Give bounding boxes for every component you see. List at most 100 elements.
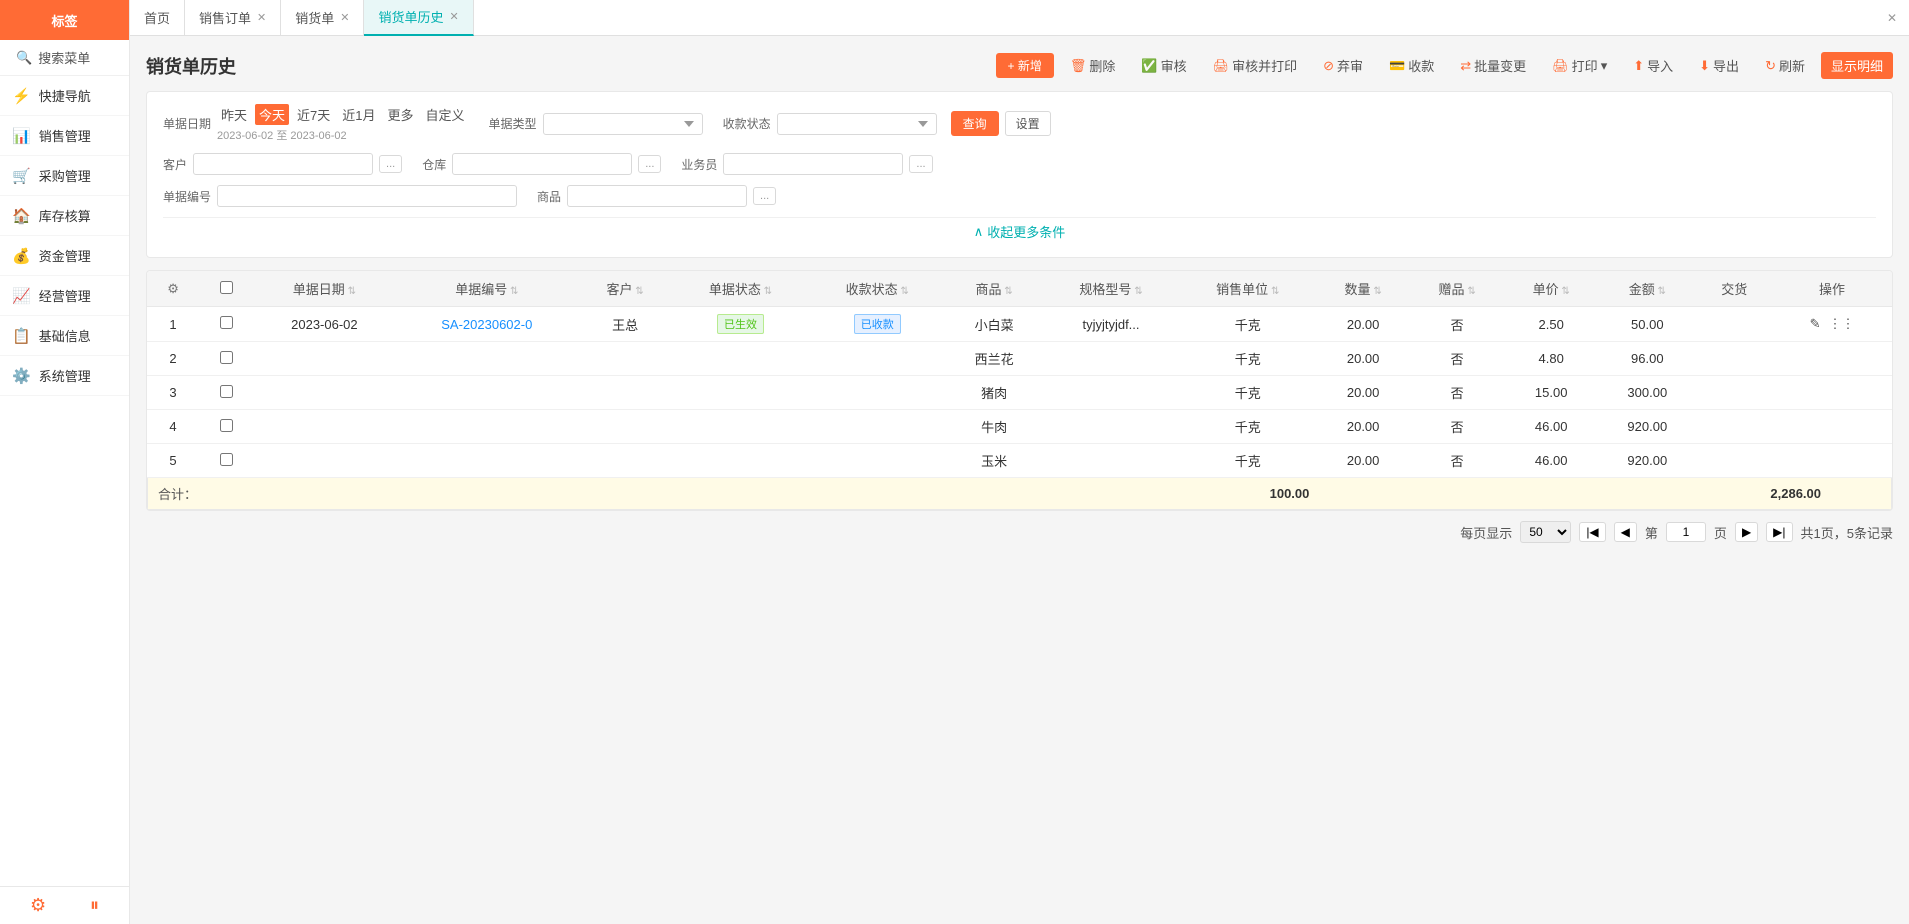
sidebar-item-sales-mgmt[interactable]: 📊 销售管理 bbox=[0, 116, 129, 156]
per-page-select[interactable]: 50 100 bbox=[1520, 521, 1571, 543]
page-prev-button[interactable]: ◀ bbox=[1614, 522, 1637, 542]
sidebar-item-finance[interactable]: 💰 资金管理 bbox=[0, 236, 129, 276]
sidebar-item-system-mgmt[interactable]: ⚙️ 系统管理 bbox=[0, 356, 129, 396]
page-next-button[interactable]: ▶ bbox=[1735, 522, 1758, 542]
salesperson-ellipsis-button[interactable]: ... bbox=[909, 155, 932, 173]
page-number-input[interactable] bbox=[1666, 522, 1706, 542]
collect-button[interactable]: 💳 收款 bbox=[1379, 52, 1444, 79]
export-button[interactable]: ⬇ 导出 bbox=[1689, 52, 1749, 79]
sidebar-search-button[interactable]: 🔍 搜索菜单 bbox=[0, 40, 129, 76]
page-header: 销货单历史 + 新增 🗑 删除 ✅ 审核 🖨 审核并打印 ⊘ 弃审 bbox=[146, 52, 1893, 79]
column-unit[interactable]: 销售单位 bbox=[1179, 271, 1316, 307]
row-checkbox-input[interactable] bbox=[220, 385, 233, 398]
delete-button[interactable]: 🗑 删除 bbox=[1060, 52, 1126, 79]
column-gift[interactable]: 赠品 bbox=[1410, 271, 1504, 307]
batch-change-button[interactable]: ⇄ 批量变更 bbox=[1450, 52, 1536, 79]
row-amount: 96.00 bbox=[1598, 342, 1696, 376]
column-date[interactable]: 单据日期 bbox=[253, 271, 395, 307]
review-button[interactable]: ✅ 审核 bbox=[1131, 52, 1196, 79]
payment-status-select[interactable] bbox=[777, 113, 937, 135]
tab-home[interactable]: 首页 bbox=[130, 0, 185, 36]
column-doc-status[interactable]: 单据状态 bbox=[672, 271, 809, 307]
system-icon: ⚙️ bbox=[12, 367, 31, 385]
sidebar-item-operation[interactable]: 📈 经营管理 bbox=[0, 276, 129, 316]
row-doc-status bbox=[672, 410, 809, 444]
goods-input[interactable] bbox=[567, 185, 747, 207]
date-shortcut-custom[interactable]: 自定义 bbox=[422, 104, 469, 125]
show-detail-button[interactable]: 显示明细 bbox=[1821, 52, 1893, 79]
row-doc-no[interactable] bbox=[395, 342, 578, 376]
sidebar-settings-icon[interactable]: ⚙ bbox=[30, 895, 46, 916]
print-button[interactable]: 🖨 打印 ▾ bbox=[1542, 52, 1617, 79]
row-doc-no[interactable] bbox=[395, 376, 578, 410]
query-button[interactable]: 查询 bbox=[951, 111, 999, 136]
date-shortcut-1month[interactable]: 近1月 bbox=[338, 104, 379, 125]
row-qty: 20.00 bbox=[1316, 444, 1410, 478]
row-customer bbox=[578, 444, 672, 478]
row-doc-no[interactable] bbox=[395, 410, 578, 444]
row-checkbox-input[interactable] bbox=[220, 316, 233, 329]
doc-type-select[interactable] bbox=[543, 113, 703, 135]
column-customer[interactable]: 客户 bbox=[578, 271, 672, 307]
customer-ellipsis-button[interactable]: ... bbox=[379, 155, 402, 173]
goods-ellipsis-button[interactable]: ... bbox=[753, 187, 776, 205]
row-checkbox[interactable] bbox=[199, 444, 253, 478]
tab-sales-delivery-history[interactable]: 销货单历史 ✕ bbox=[364, 0, 473, 36]
row-gift: 否 bbox=[1410, 410, 1504, 444]
row-checkbox-input[interactable] bbox=[220, 351, 233, 364]
sidebar-collapse-icon[interactable]: ⏸ bbox=[90, 895, 99, 916]
date-shortcut-7days[interactable]: 近7天 bbox=[293, 104, 334, 125]
review-print-button[interactable]: 🖨 审核并打印 bbox=[1203, 52, 1308, 79]
column-goods[interactable]: 商品 bbox=[946, 271, 1043, 307]
row-checkbox[interactable] bbox=[199, 376, 253, 410]
salesperson-input[interactable] bbox=[723, 153, 903, 175]
row-doc-no[interactable]: SA-20230602-0 bbox=[395, 307, 578, 342]
row-checkbox[interactable] bbox=[199, 342, 253, 376]
page-last-button[interactable]: ▶| bbox=[1766, 522, 1792, 542]
tab-sales-order[interactable]: 销售订单 ✕ bbox=[185, 0, 281, 36]
column-payment-status[interactable]: 收款状态 bbox=[809, 271, 946, 307]
warehouse-input[interactable] bbox=[452, 153, 632, 175]
edit-button[interactable]: ✎ bbox=[1806, 315, 1825, 333]
column-amount[interactable]: 金额 bbox=[1598, 271, 1696, 307]
tab-sales-delivery-close[interactable]: ✕ bbox=[340, 11, 349, 24]
tab-close-all-button[interactable]: ✕ bbox=[1875, 11, 1909, 25]
date-shortcut-yesterday[interactable]: 昨天 bbox=[217, 104, 251, 125]
abandon-button[interactable]: ⊘ 弃审 bbox=[1313, 52, 1373, 79]
select-all-checkbox[interactable] bbox=[220, 281, 233, 294]
doc-no-input[interactable] bbox=[217, 185, 517, 207]
tab-sales-delivery-history-close[interactable]: ✕ bbox=[450, 10, 459, 23]
row-checkbox-input[interactable] bbox=[220, 419, 233, 432]
quick-nav-icon: ⚡ bbox=[12, 87, 31, 105]
tab-sales-delivery[interactable]: 销货单 ✕ bbox=[281, 0, 364, 36]
main-area: 首页 销售订单 ✕ 销货单 ✕ 销货单历史 ✕ ✕ 销货单历史 + 新增 🗑 删… bbox=[130, 0, 1909, 924]
sidebar-item-quick-nav[interactable]: ⚡ 快捷导航 bbox=[0, 76, 129, 116]
settings-button[interactable]: 设置 bbox=[1005, 111, 1051, 136]
refresh-button[interactable]: ↻ 刷新 bbox=[1755, 52, 1815, 79]
tab-sales-order-close[interactable]: ✕ bbox=[257, 11, 266, 24]
column-qty[interactable]: 数量 bbox=[1316, 271, 1410, 307]
warehouse-ellipsis-button[interactable]: ... bbox=[638, 155, 661, 173]
page-first-button[interactable]: |◀ bbox=[1579, 522, 1605, 542]
row-doc-no[interactable] bbox=[395, 444, 578, 478]
date-shortcut-more[interactable]: 更多 bbox=[384, 104, 418, 125]
sidebar-item-purchase-mgmt[interactable]: 🛒 采购管理 bbox=[0, 156, 129, 196]
row-checkbox[interactable] bbox=[199, 410, 253, 444]
column-spec[interactable]: 规格型号 bbox=[1043, 271, 1180, 307]
import-button[interactable]: ⬆ 导入 bbox=[1623, 52, 1683, 79]
column-doc-no[interactable]: 单据编号 bbox=[395, 271, 578, 307]
filter-collapse-button[interactable]: ∧ 收起更多条件 bbox=[163, 217, 1876, 245]
row-checkbox-input[interactable] bbox=[220, 453, 233, 466]
doc-no-link[interactable]: SA-20230602-0 bbox=[441, 317, 532, 332]
sidebar-item-inventory[interactable]: 🏠 库存核算 bbox=[0, 196, 129, 236]
column-gear[interactable]: ⚙ bbox=[147, 271, 199, 307]
pagination: 每页显示 50 100 |◀ ◀ 第 页 ▶ ▶| 共1页，5条记录 bbox=[146, 511, 1893, 547]
customer-input[interactable] bbox=[193, 153, 373, 175]
content-area: 销货单历史 + 新增 🗑 删除 ✅ 审核 🖨 审核并打印 ⊘ 弃审 bbox=[130, 36, 1909, 924]
row-checkbox[interactable] bbox=[199, 307, 253, 342]
column-price[interactable]: 单价 bbox=[1504, 271, 1598, 307]
more-actions-button[interactable]: ⋮⋮ bbox=[1824, 315, 1858, 333]
date-shortcut-today[interactable]: 今天 bbox=[255, 104, 289, 125]
new-button[interactable]: + 新增 bbox=[996, 53, 1054, 78]
sidebar-item-basic-info[interactable]: 📋 基础信息 bbox=[0, 316, 129, 356]
